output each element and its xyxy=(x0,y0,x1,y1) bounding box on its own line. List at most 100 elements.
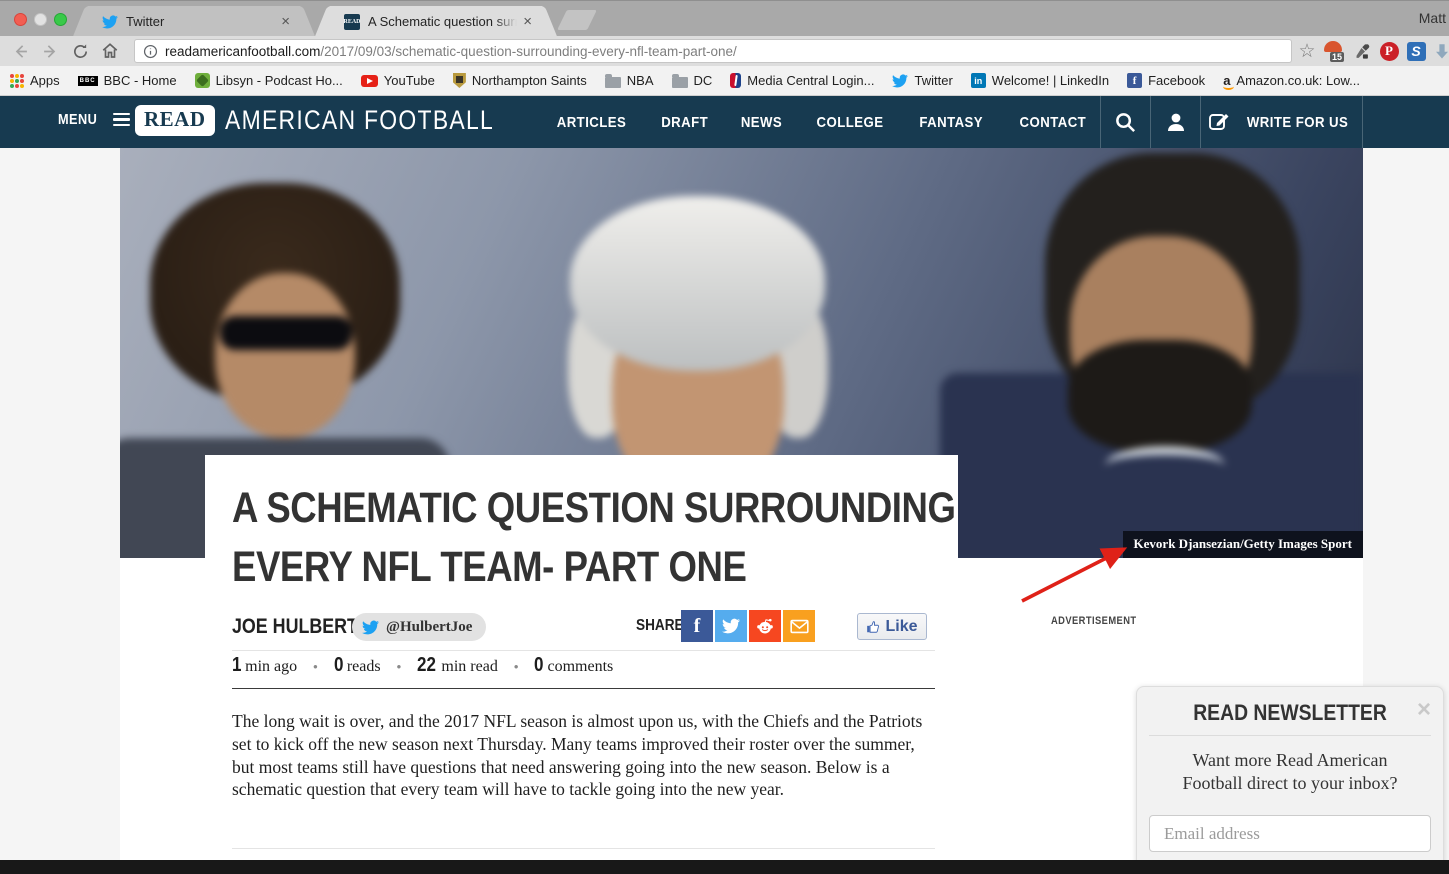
author-name: JOE HULBERT xyxy=(232,615,358,638)
search-button[interactable] xyxy=(1100,96,1150,148)
page-info-icon[interactable] xyxy=(143,44,158,59)
tab-twitter[interactable]: Twitter × xyxy=(88,6,300,37)
page-bottom-bar xyxy=(0,860,1449,874)
s-icon: S xyxy=(1406,41,1426,61)
url-path: /2017/09/03/schematic-question-surroundi… xyxy=(320,43,737,59)
site-header: MENU READ AMERICAN FOOTBALL ARTICLES DRA… xyxy=(0,96,1449,148)
minimize-window-button[interactable] xyxy=(34,13,47,26)
reload-button[interactable] xyxy=(68,39,92,63)
share-facebook-button[interactable]: f xyxy=(681,610,713,642)
nav-fantasy[interactable]: FANTASY xyxy=(920,114,984,131)
download-extension-icon[interactable] xyxy=(1431,40,1449,62)
search-icon xyxy=(1116,112,1136,132)
bookmark-bbc[interactable]: BBC BBC - Home xyxy=(77,73,177,88)
share-label: SHARE xyxy=(636,617,684,634)
apps-grid-icon xyxy=(10,73,24,88)
bookmarks-bar: Apps BBC BBC - Home Libsyn - Podcast Ho.… xyxy=(0,66,1449,96)
twitter-icon xyxy=(362,620,379,634)
crest-icon xyxy=(452,73,466,88)
article-meta-row: 1 min ago • 0 reads • 22 min read • 0 co… xyxy=(232,654,935,677)
nav-draft[interactable]: DRAFT xyxy=(661,114,708,131)
newsletter-popup: READ NEWSLETTER × Want more Read America… xyxy=(1136,686,1444,874)
meta-readtime-num: 22 xyxy=(417,654,437,676)
meta-dot: • xyxy=(513,659,519,674)
back-button[interactable] xyxy=(8,39,32,63)
home-button[interactable] xyxy=(98,39,122,63)
meta-readtime-text: min read xyxy=(441,658,498,675)
bookmark-star-icon[interactable]: ☆ xyxy=(1296,40,1318,62)
write-for-us-label: WRITE FOR US xyxy=(1247,113,1349,131)
reddit-icon xyxy=(757,618,773,634)
extension-badge: 15 xyxy=(1329,52,1344,62)
twitter-icon xyxy=(892,73,909,88)
share-email-button[interactable] xyxy=(783,610,815,642)
nav-articles[interactable]: ARTICLES xyxy=(557,114,627,131)
menu-button[interactable]: MENU xyxy=(58,111,131,128)
bookmark-folder-dc[interactable]: DC xyxy=(671,73,712,88)
browser-profile-name: Matt xyxy=(1418,10,1446,26)
bookmark-facebook[interactable]: f Facebook xyxy=(1127,73,1205,88)
bookmark-libsyn[interactable]: Libsyn - Podcast Ho... xyxy=(194,73,343,88)
newsletter-email-input[interactable] xyxy=(1149,815,1431,852)
new-tab-button[interactable] xyxy=(557,10,597,30)
bookmark-twitter[interactable]: Twitter xyxy=(892,73,953,89)
newsletter-text: Want more Read American Football direct … xyxy=(1182,750,1398,794)
advertisement-label: ADVERTISEMENT xyxy=(1051,615,1137,627)
tab-article-active[interactable]: READ A Schematic question surroun × xyxy=(330,6,542,37)
logo-text: AMERICAN FOOTBALL xyxy=(224,105,494,135)
tab-close-icon[interactable]: × xyxy=(523,14,532,29)
reload-icon xyxy=(73,43,87,58)
article-title-line2: EVERY NFL TEAM- PART ONE xyxy=(232,543,747,592)
gauge-icon xyxy=(1324,41,1342,52)
facebook-icon: f xyxy=(693,614,701,637)
nba-logo-icon xyxy=(730,73,742,88)
divider xyxy=(232,650,935,651)
bookmark-amazon[interactable]: a Amazon.co.uk: Low... xyxy=(1223,73,1360,90)
tab-title: A Schematic question surroun xyxy=(368,14,518,29)
pinterest-icon: P xyxy=(1379,41,1399,61)
account-button[interactable] xyxy=(1150,96,1200,148)
article-title-card: A SCHEMATIC QUESTION SURROUNDING EVERY N… xyxy=(205,455,958,605)
tab-close-icon[interactable]: × xyxy=(281,14,290,29)
twitter-icon xyxy=(722,618,740,634)
eyedropper-icon xyxy=(1356,43,1369,59)
pinterest-extension-icon[interactable]: P xyxy=(1378,40,1400,62)
main-nav: ARTICLES DRAFT NEWS COLLEGE FANTASY CONT… xyxy=(552,96,1090,148)
meta-reads-num: 0 xyxy=(333,654,344,676)
bookmark-media-central[interactable]: Media Central Login... xyxy=(730,73,874,88)
back-arrow-icon xyxy=(15,44,27,58)
bookmark-folder-nba[interactable]: NBA xyxy=(604,73,654,88)
byline-row: JOE HULBERT @HulbertJoe SHARE f Like xyxy=(232,610,935,646)
write-for-us-button[interactable]: WRITE FOR US xyxy=(1200,96,1363,148)
share-twitter-button[interactable] xyxy=(715,610,747,642)
meta-age-num: 1 xyxy=(232,654,242,676)
bookmark-linkedin[interactable]: in Welcome! | LinkedIn xyxy=(970,73,1109,88)
url-domain: readamericanfootball.com xyxy=(165,43,321,59)
nav-news[interactable]: NEWS xyxy=(741,114,782,131)
address-bar[interactable]: readamericanfootball.com/2017/09/03/sche… xyxy=(134,39,1292,63)
write-pencil-icon xyxy=(1209,114,1229,130)
feed-counter-extension-icon[interactable]: 15 xyxy=(1322,40,1344,62)
meta-comments-text: comments xyxy=(547,658,614,675)
meta-dot: • xyxy=(396,659,402,674)
close-window-button[interactable] xyxy=(14,13,27,26)
nav-contact[interactable]: CONTACT xyxy=(1019,114,1086,131)
newsletter-close-icon[interactable]: × xyxy=(1417,698,1431,722)
bookmark-apps[interactable]: Apps xyxy=(10,73,60,88)
nav-college[interactable]: COLLEGE xyxy=(817,114,884,131)
eyedropper-extension-icon[interactable] xyxy=(1350,40,1372,62)
article-paragraph: The long wait is over, and the 2017 NFL … xyxy=(232,711,923,800)
read-favicon-icon: READ xyxy=(344,13,361,30)
bookmark-northampton-saints[interactable]: Northampton Saints xyxy=(452,73,587,88)
site-logo[interactable]: READ AMERICAN FOOTBALL xyxy=(135,105,541,136)
s-extension-icon[interactable]: S xyxy=(1405,40,1427,62)
forward-arrow-icon xyxy=(43,44,55,58)
zoom-window-button[interactable] xyxy=(54,13,67,26)
share-reddit-button[interactable] xyxy=(749,610,781,642)
forward-button[interactable] xyxy=(38,39,62,63)
bookmark-youtube[interactable]: YouTube xyxy=(360,73,435,88)
author-twitter-handle[interactable]: @HulbertJoe xyxy=(352,613,487,641)
libsyn-icon xyxy=(194,73,210,88)
facebook-like-button[interactable]: Like xyxy=(857,613,927,640)
linkedin-icon: in xyxy=(970,73,986,88)
